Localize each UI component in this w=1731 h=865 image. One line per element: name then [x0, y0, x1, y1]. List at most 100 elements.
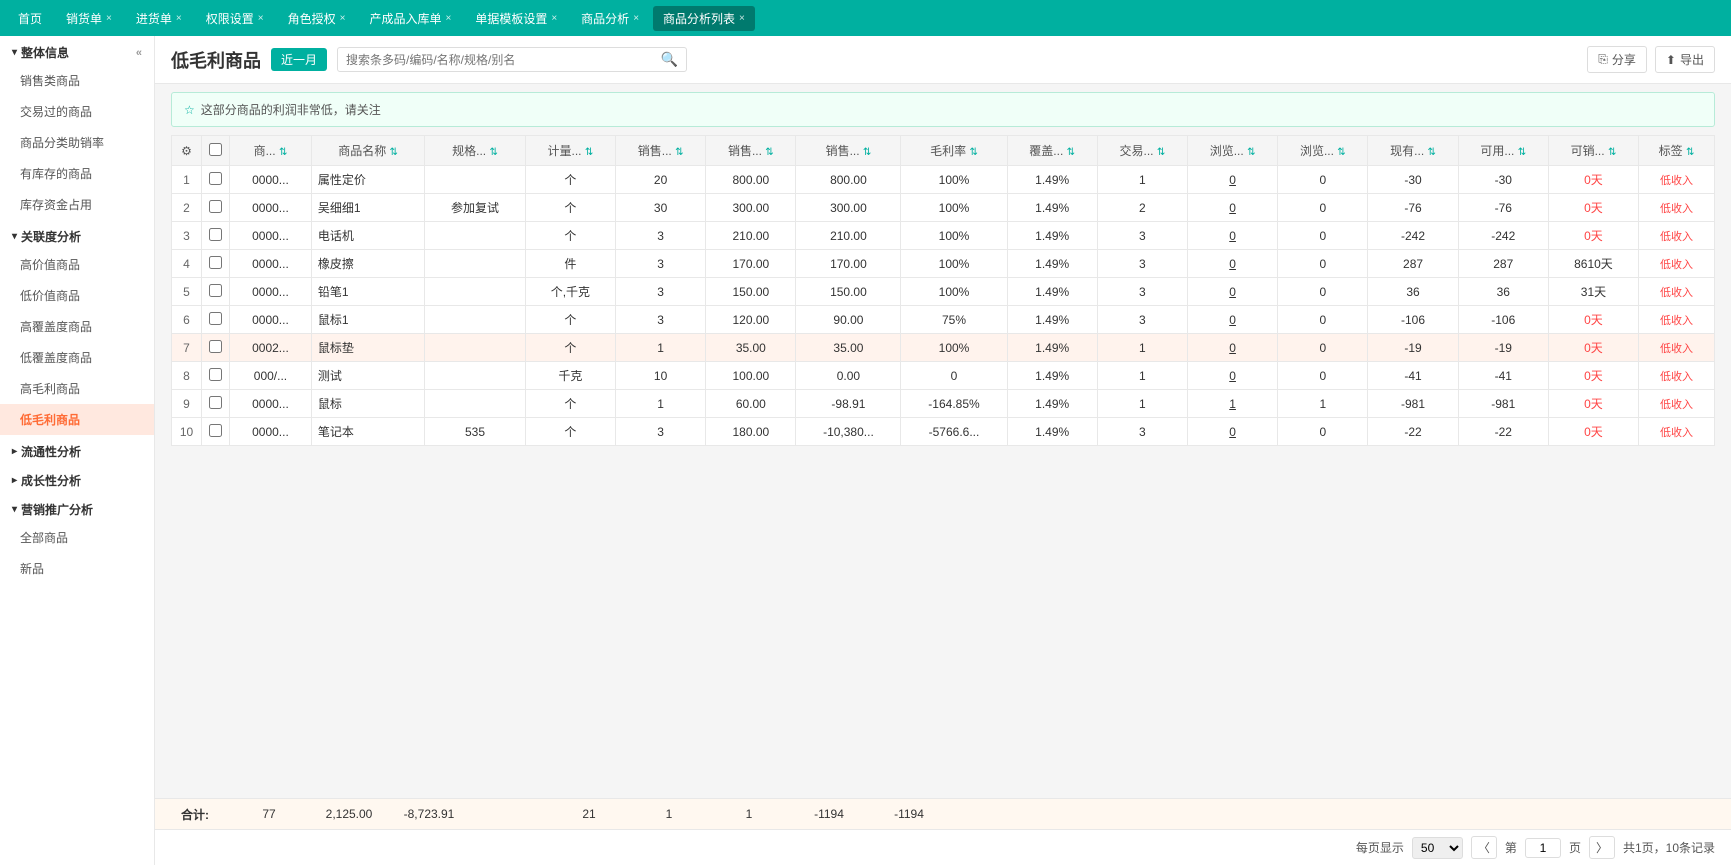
row-browse1-9[interactable]: 1 [1187, 390, 1277, 418]
row-browse1-4[interactable]: 0 [1187, 250, 1277, 278]
column-gross-margin[interactable]: 毛利率 ⇅ [901, 136, 1007, 166]
row-browse1-6[interactable]: 0 [1187, 306, 1277, 334]
browse1-link-6[interactable]: 0 [1229, 313, 1236, 327]
nav-close-template[interactable]: × [551, 13, 557, 24]
time-filter-button[interactable]: 近一月 [271, 48, 327, 71]
column-name[interactable]: 商品名称 ⇅ [311, 136, 424, 166]
sidebar-item-low-value[interactable]: 低价值商品 [0, 280, 154, 311]
nav-home[interactable]: 首页 [8, 6, 52, 31]
row-select-checkbox-6[interactable] [209, 312, 222, 325]
column-sales-price[interactable]: 销售... ⇅ [706, 136, 796, 166]
row-browse1-7[interactable]: 0 [1187, 334, 1277, 362]
browse1-link-5[interactable]: 0 [1229, 285, 1236, 299]
export-button[interactable]: ⬆ 导出 [1655, 46, 1715, 73]
nav-close-roles[interactable]: × [340, 13, 346, 24]
select-all-checkbox[interactable] [209, 143, 222, 156]
browse1-link-2[interactable]: 0 [1229, 201, 1236, 215]
page-size-select[interactable]: 20 50 100 [1412, 837, 1463, 859]
nav-product-analysis[interactable]: 商品分析 × [571, 6, 649, 31]
row-checkbox-2[interactable] [202, 194, 230, 222]
nav-permissions[interactable]: 权限设置 × [196, 6, 274, 31]
next-page-button[interactable]: 〉 [1589, 836, 1615, 859]
row-select-checkbox-9[interactable] [209, 396, 222, 409]
nav-close-purchase[interactable]: × [176, 13, 182, 24]
row-browse1-5[interactable]: 0 [1187, 278, 1277, 306]
sidebar-item-stocked-goods[interactable]: 有库存的商品 [0, 158, 154, 189]
column-browse2[interactable]: 浏览... ⇅ [1278, 136, 1368, 166]
column-sales-qty[interactable]: 销售... ⇅ [616, 136, 706, 166]
nav-product-entry[interactable]: 产成品入库单 × [359, 6, 461, 31]
sidebar-item-traded-goods[interactable]: 交易过的商品 [0, 96, 154, 127]
row-checkbox-8[interactable] [202, 362, 230, 390]
sidebar-item-new-goods[interactable]: 新品 [0, 553, 154, 584]
row-select-checkbox-5[interactable] [209, 284, 222, 297]
row-browse1-8[interactable]: 0 [1187, 362, 1277, 390]
row-select-checkbox-4[interactable] [209, 256, 222, 269]
column-browse1[interactable]: 浏览... ⇅ [1187, 136, 1277, 166]
browse1-link-3[interactable]: 0 [1229, 229, 1236, 243]
nav-template[interactable]: 单据模板设置 × [465, 6, 567, 31]
row-select-checkbox-8[interactable] [209, 368, 222, 381]
collapse-icon[interactable]: « [136, 47, 142, 59]
nav-close-product-entry[interactable]: × [445, 13, 451, 24]
sidebar-item-category-rate[interactable]: 商品分类助销率 [0, 127, 154, 158]
column-available[interactable]: 可用... ⇅ [1458, 136, 1548, 166]
column-current-stock[interactable]: 现有... ⇅ [1368, 136, 1458, 166]
row-checkbox-5[interactable] [202, 278, 230, 306]
sidebar-item-all-goods[interactable]: 全部商品 [0, 522, 154, 553]
column-unit[interactable]: 计量... ⇅ [525, 136, 615, 166]
column-coverage[interactable]: 覆盖... ⇅ [1007, 136, 1097, 166]
nav-close-permissions[interactable]: × [258, 13, 264, 24]
browse1-link-7[interactable]: 0 [1229, 341, 1236, 355]
row-browse1-10[interactable]: 0 [1187, 418, 1277, 446]
sidebar-item-stock-capital[interactable]: 库存资金占用 [0, 189, 154, 220]
browse1-link-4[interactable]: 0 [1229, 257, 1236, 271]
browse1-link-8[interactable]: 0 [1229, 369, 1236, 383]
column-sales-amount[interactable]: 销售... ⇅ [796, 136, 901, 166]
row-select-checkbox-7[interactable] [209, 340, 222, 353]
sidebar-group-growth[interactable]: ▸ 成长性分析 [0, 464, 154, 493]
column-spec[interactable]: 规格... ⇅ [425, 136, 526, 166]
nav-close-product-analysis[interactable]: × [633, 13, 639, 24]
row-checkbox-6[interactable] [202, 306, 230, 334]
nav-product-analysis-list[interactable]: 商品分析列表 × [653, 6, 755, 31]
row-select-checkbox-3[interactable] [209, 228, 222, 241]
column-checkbox[interactable] [202, 136, 230, 166]
sidebar-group-circulation[interactable]: ▸ 流通性分析 [0, 435, 154, 464]
share-button[interactable]: ⎘ 分享 [1587, 46, 1647, 73]
prev-page-button[interactable]: 〈 [1471, 836, 1497, 859]
sidebar-item-low-margin[interactable]: 低毛利商品 [0, 404, 154, 435]
nav-purchase[interactable]: 进货单 × [126, 6, 192, 31]
nav-close-product-analysis-list[interactable]: × [739, 13, 745, 24]
sidebar-group-coverage[interactable]: ▾ 关联度分析 [0, 220, 154, 249]
row-checkbox-9[interactable] [202, 390, 230, 418]
column-settings[interactable]: ⚙ [172, 136, 202, 166]
browse1-link-10[interactable]: 0 [1229, 425, 1236, 439]
row-select-checkbox-10[interactable] [209, 424, 222, 437]
row-checkbox-4[interactable] [202, 250, 230, 278]
row-select-checkbox-2[interactable] [209, 200, 222, 213]
page-number-input[interactable] [1525, 838, 1561, 858]
sidebar-item-high-margin[interactable]: 高毛利商品 [0, 373, 154, 404]
nav-close-sales[interactable]: × [106, 13, 112, 24]
nav-roles[interactable]: 角色授权 × [278, 6, 356, 31]
table-container[interactable]: ⚙ 商... ⇅ 商品名称 ⇅ 规格... ⇅ 计量... ⇅ 销售... ⇅ … [155, 135, 1731, 798]
row-browse1-2[interactable]: 0 [1187, 194, 1277, 222]
row-checkbox-10[interactable] [202, 418, 230, 446]
sidebar-item-sales-goods[interactable]: 销售类商品 [0, 65, 154, 96]
search-icon[interactable]: 🔍 [661, 51, 678, 68]
row-select-checkbox-1[interactable] [209, 172, 222, 185]
column-transaction[interactable]: 交易... ⇅ [1097, 136, 1187, 166]
row-checkbox-1[interactable] [202, 166, 230, 194]
column-code[interactable]: 商... ⇅ [230, 136, 312, 166]
sidebar-group-marketing[interactable]: ▾ 营销推广分析 [0, 493, 154, 522]
search-input[interactable] [346, 53, 655, 67]
row-checkbox-7[interactable] [202, 334, 230, 362]
column-sellable[interactable]: 可销... ⇅ [1548, 136, 1638, 166]
sidebar-group-overall[interactable]: ▾ 整体信息 « [0, 36, 154, 65]
sidebar-item-low-coverage[interactable]: 低覆盖度商品 [0, 342, 154, 373]
browse1-link-9[interactable]: 1 [1229, 397, 1236, 411]
browse1-link-1[interactable]: 0 [1229, 173, 1236, 187]
sidebar-item-high-value[interactable]: 高价值商品 [0, 249, 154, 280]
sidebar-item-high-coverage[interactable]: 高覆盖度商品 [0, 311, 154, 342]
